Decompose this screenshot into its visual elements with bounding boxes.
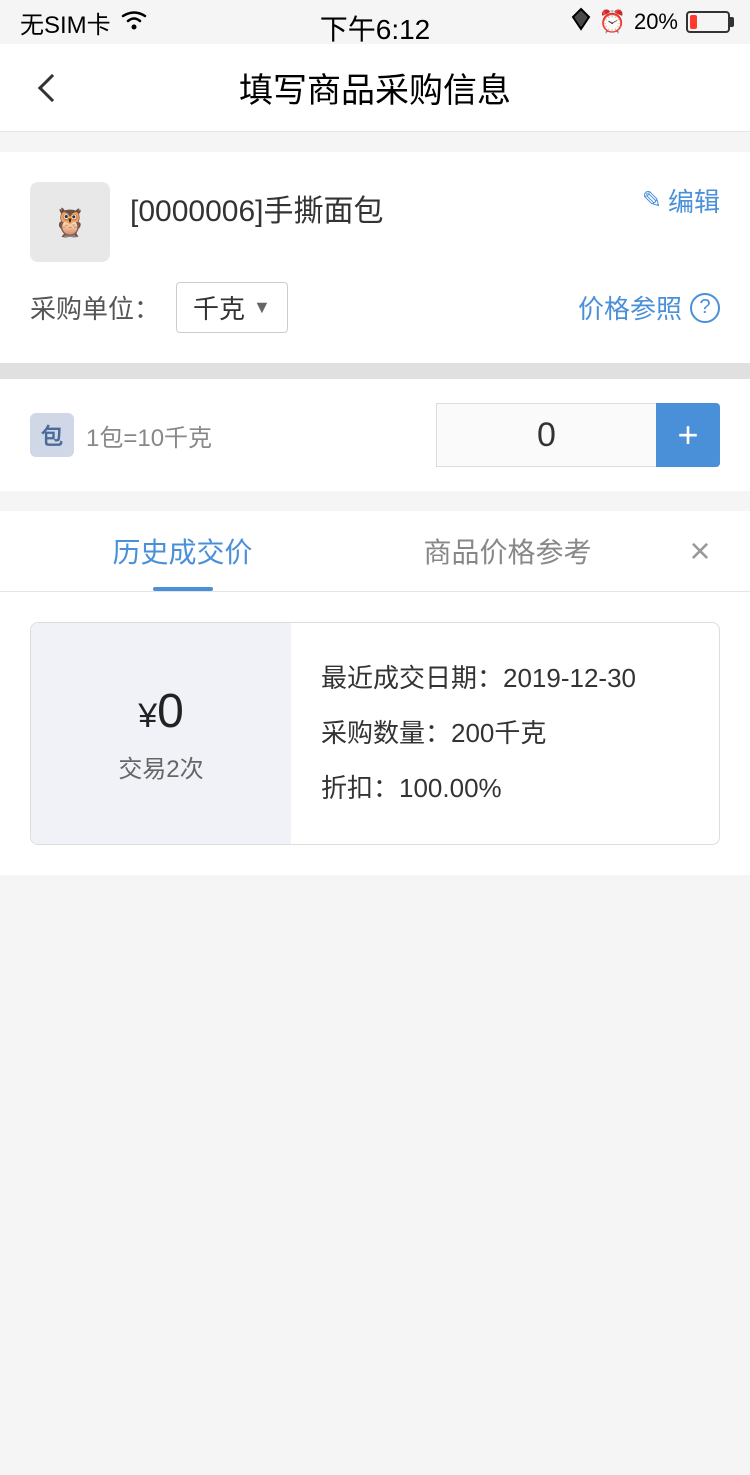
battery-text: 20% <box>634 9 678 35</box>
unit-selector[interactable]: 千克 ▼ <box>176 282 288 333</box>
quantity-unit-info: 包 1包=10千克 <box>30 413 212 457</box>
close-icon: × <box>689 530 710 572</box>
status-bar: 无SIM卡 下午6:12 ⏰ 20% <box>0 0 750 44</box>
alarm-icon: ⏰ <box>599 9 626 35</box>
product-card: 🦉 [0000006]手撕面包 ✎ 编辑 采购单位： 千克 ▼ 价格参照 ? <box>0 152 750 363</box>
purchase-qty-label: 采购数量： <box>321 718 451 748</box>
status-time: 下午6:12 <box>320 8 431 48</box>
discount-value: 100.00% <box>399 773 502 803</box>
battery-icon <box>686 11 730 33</box>
back-arrow-icon <box>38 73 66 101</box>
quantity-row: 包 1包=10千克 0 + <box>0 379 750 491</box>
discount-row: 折扣：100.00% <box>321 769 689 808</box>
purchase-qty-row: 采购数量：200千克 <box>321 714 689 753</box>
product-header: 🦉 [0000006]手撕面包 ✎ 编辑 <box>30 182 720 262</box>
product-full-name: [0000006]手撕面包 <box>130 182 383 230</box>
tab-history-price-label: 历史成交价 <box>112 531 252 571</box>
edit-button[interactable]: ✎ 编辑 <box>642 182 720 219</box>
trade-count: 交易2次 <box>118 749 203 784</box>
quantity-input[interactable]: 0 <box>436 403 656 467</box>
tab-price-reference-label: 商品价格参考 <box>423 531 591 571</box>
back-button[interactable] <box>30 66 74 110</box>
history-price-column: ¥0 交易2次 <box>31 623 291 844</box>
wifi-icon <box>119 8 149 37</box>
history-content: ¥0 交易2次 最近成交日期：2019-12-30 采购数量：200千克 折扣：… <box>0 592 750 875</box>
location-icon <box>571 7 591 37</box>
history-detail-column: 最近成交日期：2019-12-30 采购数量：200千克 折扣：100.00% <box>291 623 719 844</box>
page-title: 填写商品采购信息 <box>239 63 511 112</box>
price-reference-button[interactable]: 价格参照 ? <box>578 289 720 326</box>
product-info: 🦉 [0000006]手撕面包 <box>30 182 383 262</box>
recent-date-value: 2019-12-30 <box>503 663 636 693</box>
history-panel: 历史成交价 商品价格参考 × ¥0 交易2次 最近成交日期：2019-12-30… <box>0 511 750 875</box>
quantity-value: 0 <box>537 416 556 455</box>
status-right: ⏰ 20% <box>571 7 730 37</box>
page-footer <box>0 875 750 1475</box>
history-card: ¥0 交易2次 最近成交日期：2019-12-30 采购数量：200千克 折扣：… <box>30 622 720 845</box>
history-price-display: ¥0 <box>138 684 184 739</box>
product-logo-icon: 🦉 <box>53 206 88 239</box>
unit-conversion-text: 1包=10千克 <box>86 418 212 453</box>
battery-icon-container <box>686 11 730 33</box>
panel-tabs: 历史成交价 商品价格参考 × <box>0 511 750 592</box>
edit-icon: ✎ <box>642 186 662 215</box>
unit-icon: 包 <box>30 413 74 457</box>
help-icon: ? <box>690 293 720 323</box>
tab-history-price[interactable]: 历史成交价 <box>20 511 345 591</box>
purchase-unit-label: 采购单位： <box>30 289 160 326</box>
tab-price-reference[interactable]: 商品价格参考 <box>345 511 670 591</box>
dropdown-arrow-icon: ▼ <box>253 297 271 318</box>
status-left: 无SIM卡 <box>20 5 149 40</box>
purchase-qty-value: 200千克 <box>451 718 546 748</box>
quantity-plus-button[interactable]: + <box>656 403 720 467</box>
quantity-input-area: 0 + <box>436 403 720 467</box>
battery-fill <box>690 15 697 29</box>
price-amount: 0 <box>157 685 184 738</box>
recent-date-row: 最近成交日期：2019-12-30 <box>321 659 689 698</box>
nav-bar: 填写商品采购信息 <box>0 44 750 132</box>
carrier-text: 无SIM卡 <box>20 5 111 40</box>
edit-label: 编辑 <box>668 182 720 219</box>
discount-label: 折扣： <box>321 773 399 803</box>
unit-icon-text: 包 <box>41 419 63 451</box>
product-logo: 🦉 <box>30 182 110 262</box>
price-ref-label: 价格参照 <box>578 289 682 326</box>
purchase-unit-left: 采购单位： 千克 ▼ <box>30 282 288 333</box>
section-divider <box>0 363 750 379</box>
plus-icon: + <box>677 414 698 456</box>
recent-date-label: 最近成交日期： <box>321 663 503 693</box>
unit-value: 千克 <box>193 289 245 326</box>
purchase-unit-row: 采购单位： 千克 ▼ 价格参照 ? <box>30 282 720 333</box>
panel-close-button[interactable]: × <box>670 511 730 591</box>
currency-symbol: ¥ <box>138 697 157 735</box>
